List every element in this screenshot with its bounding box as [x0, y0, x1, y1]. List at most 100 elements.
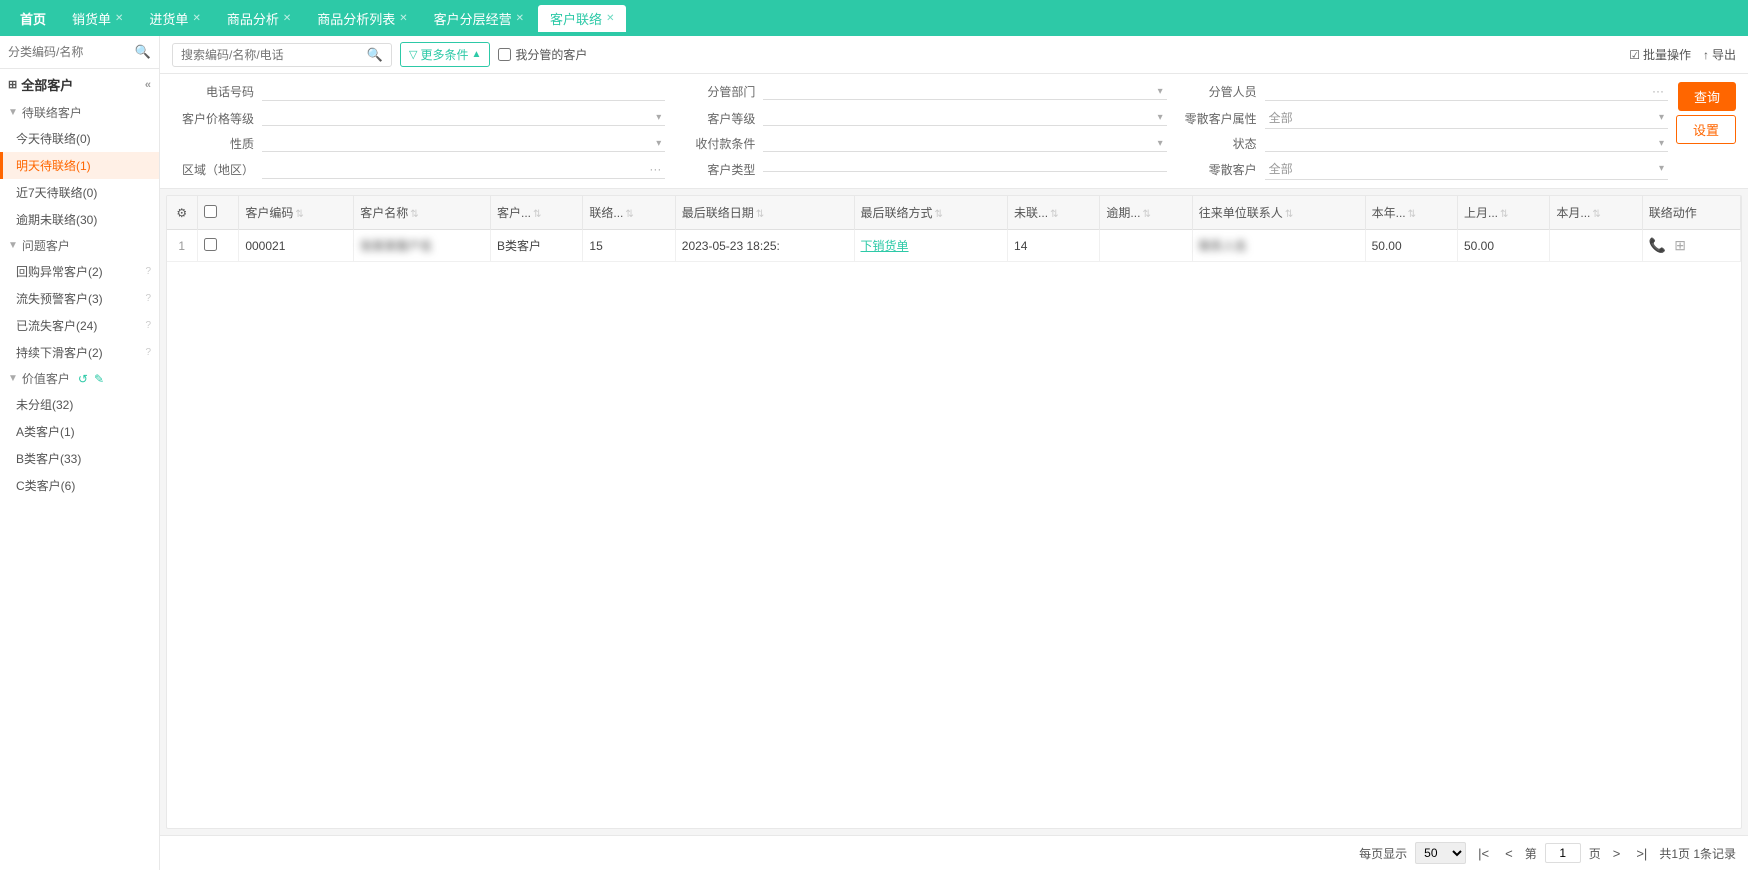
sidebar-item-class-b[interactable]: B类客户(33)	[0, 445, 159, 472]
th-contact-count[interactable]: 联络...⇅	[583, 196, 675, 230]
toolbar: 🔍 ▽ 更多条件 ▲ 我分管的客户 ☑ 批量操作 ↑ 导出	[160, 36, 1748, 74]
sidebar-search-icon[interactable]: 🔍	[135, 44, 151, 60]
help-icon[interactable]: ?	[145, 320, 151, 331]
filter-customer-level-select[interactable]: ▾	[763, 110, 1166, 126]
nav-product-analysis-list[interactable]: 商品分析列表 ✕	[305, 5, 419, 32]
th-contact-person[interactable]: 往来单位联系人⇅	[1192, 196, 1365, 230]
sidebar-item-7days-pending[interactable]: 近7天待联络(0)	[0, 179, 159, 206]
page-size-select[interactable]: 50 100 200	[1415, 842, 1466, 864]
sidebar-item-churn-warning[interactable]: 流失预警客户(3) ?	[0, 285, 159, 312]
nav-sales-order[interactable]: 销货单 ✕	[60, 5, 135, 32]
nav-home[interactable]: 首页	[8, 5, 58, 32]
sidebar-item-today-pending[interactable]: 今天待联络(0)	[0, 125, 159, 152]
th-last-month[interactable]: 上月...⇅	[1458, 196, 1550, 230]
edit-icon[interactable]: ✎	[94, 372, 104, 386]
filter-phone-input[interactable]	[262, 82, 665, 101]
th-last-contact-date[interactable]: 最后联络日期⇅	[675, 196, 854, 230]
more-filter-button[interactable]: ▽ 更多条件 ▲	[400, 42, 490, 67]
sidebar-item-declining[interactable]: 持续下滑客户(2) ?	[0, 339, 159, 366]
sidebar-item-repurchase-abnormal[interactable]: 回购异常客户(2) ?	[0, 258, 159, 285]
nav-product-analysis[interactable]: 商品分析 ✕	[215, 5, 303, 32]
filter-payment-select[interactable]: ▾	[763, 136, 1166, 152]
th-settings[interactable]: ⚙	[167, 196, 197, 230]
th-type[interactable]: 客户...⇅	[491, 196, 583, 230]
nav-purchase-order[interactable]: 进货单 ✕	[137, 5, 212, 32]
last-page-button[interactable]: >|	[1632, 844, 1651, 863]
help-icon[interactable]: ?	[145, 266, 151, 277]
select-all-checkbox[interactable]	[204, 205, 217, 218]
nav-customer-segmentation[interactable]: 客户分层经营 ✕	[422, 5, 536, 32]
filter-customer-type-select[interactable]	[763, 167, 1166, 172]
sidebar-item-churned[interactable]: 已流失客户(24) ?	[0, 312, 159, 339]
row-checkbox[interactable]	[197, 230, 239, 262]
sidebar-item-overdue-pending[interactable]: 逾期未联络(30)	[0, 206, 159, 233]
query-button[interactable]: 查询	[1678, 82, 1736, 111]
row-contact-count: 15	[583, 230, 675, 262]
filter-region: 区域（地区） ···	[172, 160, 665, 179]
th-not-contact[interactable]: 未联...⇅	[1008, 196, 1100, 230]
export-button[interactable]: ↑ 导出	[1703, 46, 1736, 63]
filter-icon: ▽	[409, 48, 417, 61]
grid-action-icon[interactable]: ⊞	[1674, 237, 1686, 254]
row-type: B类客户	[491, 230, 583, 262]
row-select-checkbox[interactable]	[204, 238, 217, 251]
set-button[interactable]: 设置	[1676, 115, 1736, 144]
row-last-contact-method[interactable]: 下销货单	[854, 230, 1008, 262]
next-page-button[interactable]: >	[1609, 844, 1625, 863]
sort-icon: ⇅	[1142, 209, 1150, 220]
sidebar-search-input[interactable]	[8, 45, 135, 59]
row-overdue	[1100, 230, 1192, 262]
search-icon[interactable]: 🔍	[367, 47, 383, 63]
filter-row-3: 性质 ▾ 收付款条件 ▾	[172, 135, 1668, 152]
nav-customer-contact[interactable]: 客户联络 ✕	[538, 5, 626, 32]
filter-price-level-select[interactable]: ▾	[262, 110, 665, 126]
sidebar-item-class-a[interactable]: A类客户(1)	[0, 418, 159, 445]
th-this-year[interactable]: 本年...⇅	[1365, 196, 1457, 230]
close-icon[interactable]: ✕	[516, 13, 524, 24]
row-actions: 📞 ⊞	[1642, 230, 1740, 262]
filter-dept-select[interactable]: ▾	[763, 84, 1166, 100]
close-icon[interactable]: ✕	[192, 13, 200, 24]
th-overdue[interactable]: 逾期...⇅	[1100, 196, 1192, 230]
close-icon[interactable]: ✕	[115, 13, 123, 24]
th-last-contact-method[interactable]: 最后联络方式⇅	[854, 196, 1008, 230]
help-icon[interactable]: ?	[145, 347, 151, 358]
expand-arrow-icon: ▼	[8, 373, 18, 384]
sidebar-item-ungrouped[interactable]: 未分组(32)	[0, 391, 159, 418]
filter-row-4: 区域（地区） ··· 客户类型	[172, 158, 1668, 180]
batch-operation-button[interactable]: ☑ 批量操作	[1629, 46, 1691, 63]
row-last-contact-date: 2023-05-23 18:25:	[675, 230, 854, 262]
row-code: 000021	[239, 230, 354, 262]
th-name[interactable]: 客户名称⇅	[354, 196, 491, 230]
filter-region-select[interactable]: ···	[262, 160, 665, 179]
help-icon[interactable]: ?	[145, 293, 151, 304]
sidebar-item-class-c[interactable]: C类客户(6)	[0, 472, 159, 499]
th-checkbox[interactable]	[197, 196, 239, 230]
chevron-down-icon: ▾	[1158, 138, 1163, 149]
sidebar-item-tomorrow-pending[interactable]: 明天待联络(1)	[0, 152, 159, 179]
filter-zero-customer2-select[interactable]: 全部 ▾	[1265, 158, 1668, 180]
filter-status-select[interactable]: ▾	[1265, 136, 1668, 152]
all-customers-header[interactable]: ⊞ 全部客户 «	[0, 69, 159, 100]
filter-zero-customer-attr: 零散客户属性 全部 ▾	[1175, 107, 1668, 129]
th-code[interactable]: 客户编码⇅	[239, 196, 354, 230]
first-page-button[interactable]: |<	[1474, 844, 1493, 863]
chevron-down-icon: ▾	[1158, 86, 1163, 97]
prev-page-button[interactable]: <	[1501, 844, 1517, 863]
filter-zero-customer-select[interactable]: 全部 ▾	[1265, 107, 1668, 129]
filter-gender-select[interactable]: ▾	[262, 136, 665, 152]
collapse-icon[interactable]: «	[145, 79, 151, 91]
row-this-year: 50.00	[1365, 230, 1457, 262]
page-number-input[interactable]	[1545, 843, 1581, 863]
filter-person-select[interactable]: ···	[1265, 82, 1668, 101]
refresh-icon[interactable]: ↺	[78, 372, 88, 386]
my-customers-checkbox[interactable]	[498, 48, 511, 61]
phone-action-icon[interactable]: 📞	[1649, 237, 1666, 254]
close-icon[interactable]: ✕	[606, 13, 614, 24]
close-icon[interactable]: ✕	[399, 13, 407, 24]
filter-person: 分管人员 ···	[1175, 82, 1668, 101]
th-this-month[interactable]: 本月...⇅	[1550, 196, 1642, 230]
search-input[interactable]	[181, 48, 367, 62]
close-icon[interactable]: ✕	[283, 13, 291, 24]
my-customers-checkbox-label[interactable]: 我分管的客户	[498, 46, 587, 63]
